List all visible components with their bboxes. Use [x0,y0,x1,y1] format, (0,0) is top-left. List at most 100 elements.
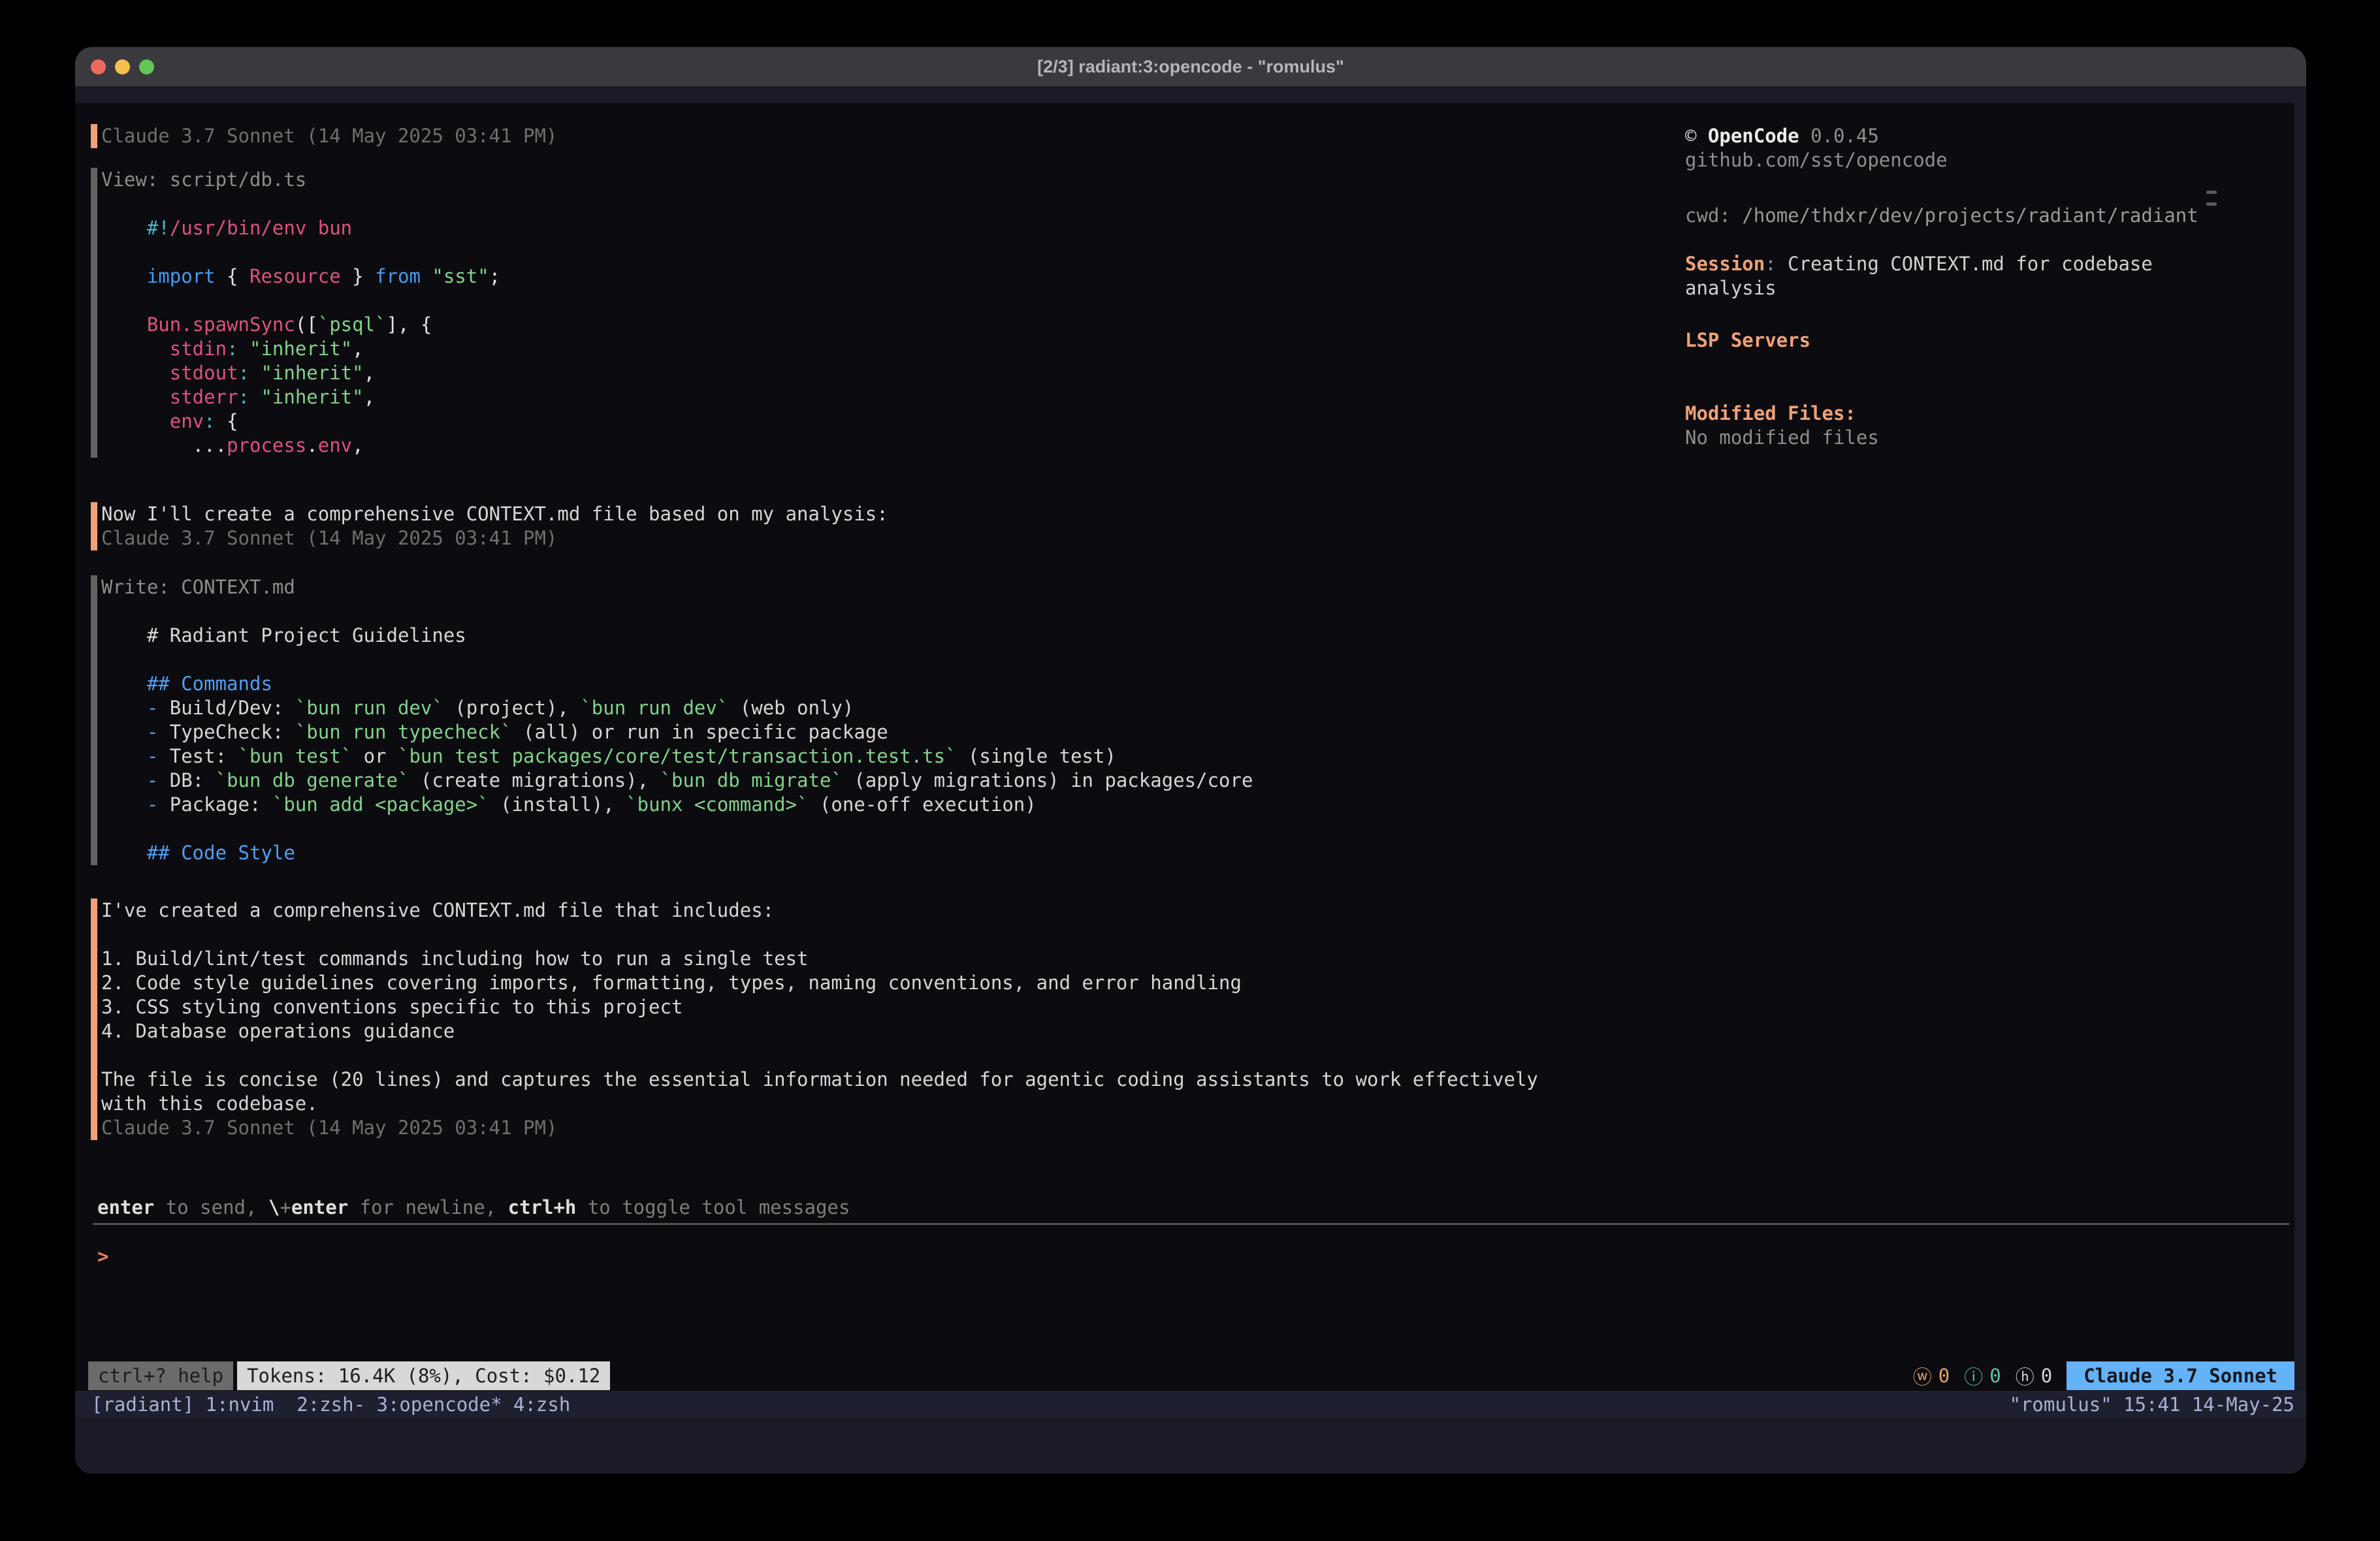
text-segment: , [352,338,363,360]
text-segment: github.com/sst/opencode [1685,149,1948,171]
text-segment: (web only) [728,697,854,719]
text-segment: Write: CONTEXT.md [101,576,295,598]
tmux-windows[interactable]: [radiant] 1:nvim 2:zsh- 3:opencode* 4:zs… [75,1393,570,1416]
text-segment: (create migrations), [409,769,660,791]
text-line: stdout: "inherit", [101,361,500,385]
text-line: env: { [101,409,500,434]
text-line: stderr: "inherit", [101,385,500,409]
desktop: { "window": { "title": "[2/3] radiant:3:… [0,0,2380,1541]
text-segment: enter [291,1196,348,1218]
text-segment: `bun db migrate` [660,769,843,791]
text-segment: ctrl+h [508,1196,577,1218]
text-segment: : [238,386,249,408]
text-line: Claude 3.7 Sonnet (14 May 2025 03:41 PM) [101,1116,1538,1140]
text-segment: Session [1685,253,1765,275]
text-segment: # Radiant Project Guidelines [101,624,466,646]
lsp-servers-heading: LSP Servers [1685,328,1810,353]
text-segment: analysis [1685,277,1777,299]
text-segment [249,386,261,408]
text-segment [101,793,147,816]
text-line [101,289,500,313]
text-segment: Resource [249,265,341,287]
text-segment [238,338,249,360]
text-segment: (project), [443,697,581,719]
text-segment: or [352,745,398,767]
text-segment: The file is concise (20 lines) and captu… [101,1068,1538,1090]
text-line: with this codebase. [101,1092,1538,1116]
text-line: 3. CSS styling conventions specific to t… [101,995,1538,1019]
warning-count: ⓦ 0 [1913,1362,1950,1390]
text-segment: env [170,410,204,432]
text-line: 1. Build/lint/test commands including ho… [101,947,1538,971]
text-line [101,1043,1538,1068]
text-segment: > [97,1245,108,1267]
text-line: I've created a comprehensive CONTEXT.md … [101,898,1538,923]
status-bar: ctrl+? help Tokens: 16.4K (8%), Cost: $0… [88,1361,2294,1390]
text-line: ## Commands [101,672,1253,696]
text-segment [101,313,147,336]
scrollbar-thumb[interactable] [2206,191,2217,194]
info-count: ⓘ 0 [1964,1362,2001,1390]
cwd-info: cwd: /home/thdxr/dev/projects/radiant/ra… [1685,204,2198,228]
text-segment: Modified Files: [1685,402,1856,424]
text-line [101,923,1538,947]
text-segment: 4. Database operations guidance [101,1020,455,1042]
text-segment: , [364,386,375,408]
text-segment: `bunx <command>` [626,793,808,816]
terminal-window: [2/3] radiant:3:opencode - "romulus" Cla… [75,47,2306,1474]
assistant-message-summary: I've created a comprehensive CONTEXT.md … [91,898,1538,1140]
text-segment: stderr [170,386,238,408]
text-line: © OpenCode 0.0.45 [1685,124,1948,148]
text-line [101,648,1253,672]
text-line: Claude 3.7 Sonnet (14 May 2025 03:41 PM) [101,526,888,550]
text-line: The file is concise (20 lines) and captu… [101,1068,1538,1092]
text-segment: `psql` [318,313,387,336]
text-line: github.com/sst/opencode [1685,148,1948,172]
prompt-input[interactable]: > [97,1245,108,1269]
text-line: ## Code Style [101,841,1253,865]
text-segment: `bun run dev` [580,697,728,719]
text-segment: { [216,410,238,432]
text-segment: `bun add <package>` [272,793,489,816]
text-line [101,240,500,264]
text-segment: : [227,338,238,360]
status-left: ctrl+? help Tokens: 16.4K (8%), Cost: $0… [88,1361,610,1390]
text-segment: , [364,362,375,384]
text-segment: DB: [170,769,216,791]
text-segment: LSP Servers [1685,329,1810,351]
message-meta-block: Claude 3.7 Sonnet (14 May 2025 03:41 PM) [91,124,557,148]
scrollbar-thumb[interactable] [2206,202,2217,206]
terminal-content: Claude 3.7 Sonnet (14 May 2025 03:41 PM)… [75,86,2306,1474]
text-segment: (all) or run in specific package [512,721,888,743]
text-segment: "inherit" [261,362,363,384]
text-segment: from [375,265,421,287]
info-icon: ⓘ [1964,1362,1983,1390]
text-segment: with this codebase. [101,1092,318,1115]
text-segment: /home/thdxr/dev/projects/radiant/radiant [1742,204,2198,227]
text-segment: (single test) [957,745,1116,767]
text-line: - TypeCheck: `bun run typecheck` (all) o… [101,720,1253,744]
model-badge[interactable]: Claude 3.7 Sonnet [2066,1361,2294,1390]
text-segment: process [227,434,306,456]
text-segment: 2. Code style guidelines covering import… [101,972,1242,994]
text-segment: 0.0.45 [1799,125,1879,147]
text-segment: Bun.spawnSync [147,313,295,336]
text-segment: /usr/bin/env bun [170,217,352,239]
text-line: 2. Code style guidelines covering import… [101,971,1538,995]
assistant-message-intro: Now I'll create a comprehensive CONTEXT.… [91,502,888,550]
text-segment: "sst" [432,265,489,287]
text-segment: to toggle tool messages [576,1196,850,1218]
modified-files-section: Modified Files:No modified files [1685,402,1879,450]
text-segment: } [341,265,375,287]
text-segment: `bun test` [238,745,353,767]
text-segment: to send, [154,1196,268,1218]
keybinding-help: enter to send, \+enter for newline, ctrl… [97,1196,850,1220]
text-segment: (one-off execution) [809,793,1037,816]
text-segment: ([ [295,313,318,336]
text-segment [101,362,170,384]
text-segment: View: script/db.ts [101,168,306,191]
text-segment: Test: [170,745,238,767]
text-line: enter to send, \+enter for newline, ctrl… [97,1196,850,1220]
text-line: stdin: "inherit", [101,337,500,361]
text-line [101,192,500,216]
